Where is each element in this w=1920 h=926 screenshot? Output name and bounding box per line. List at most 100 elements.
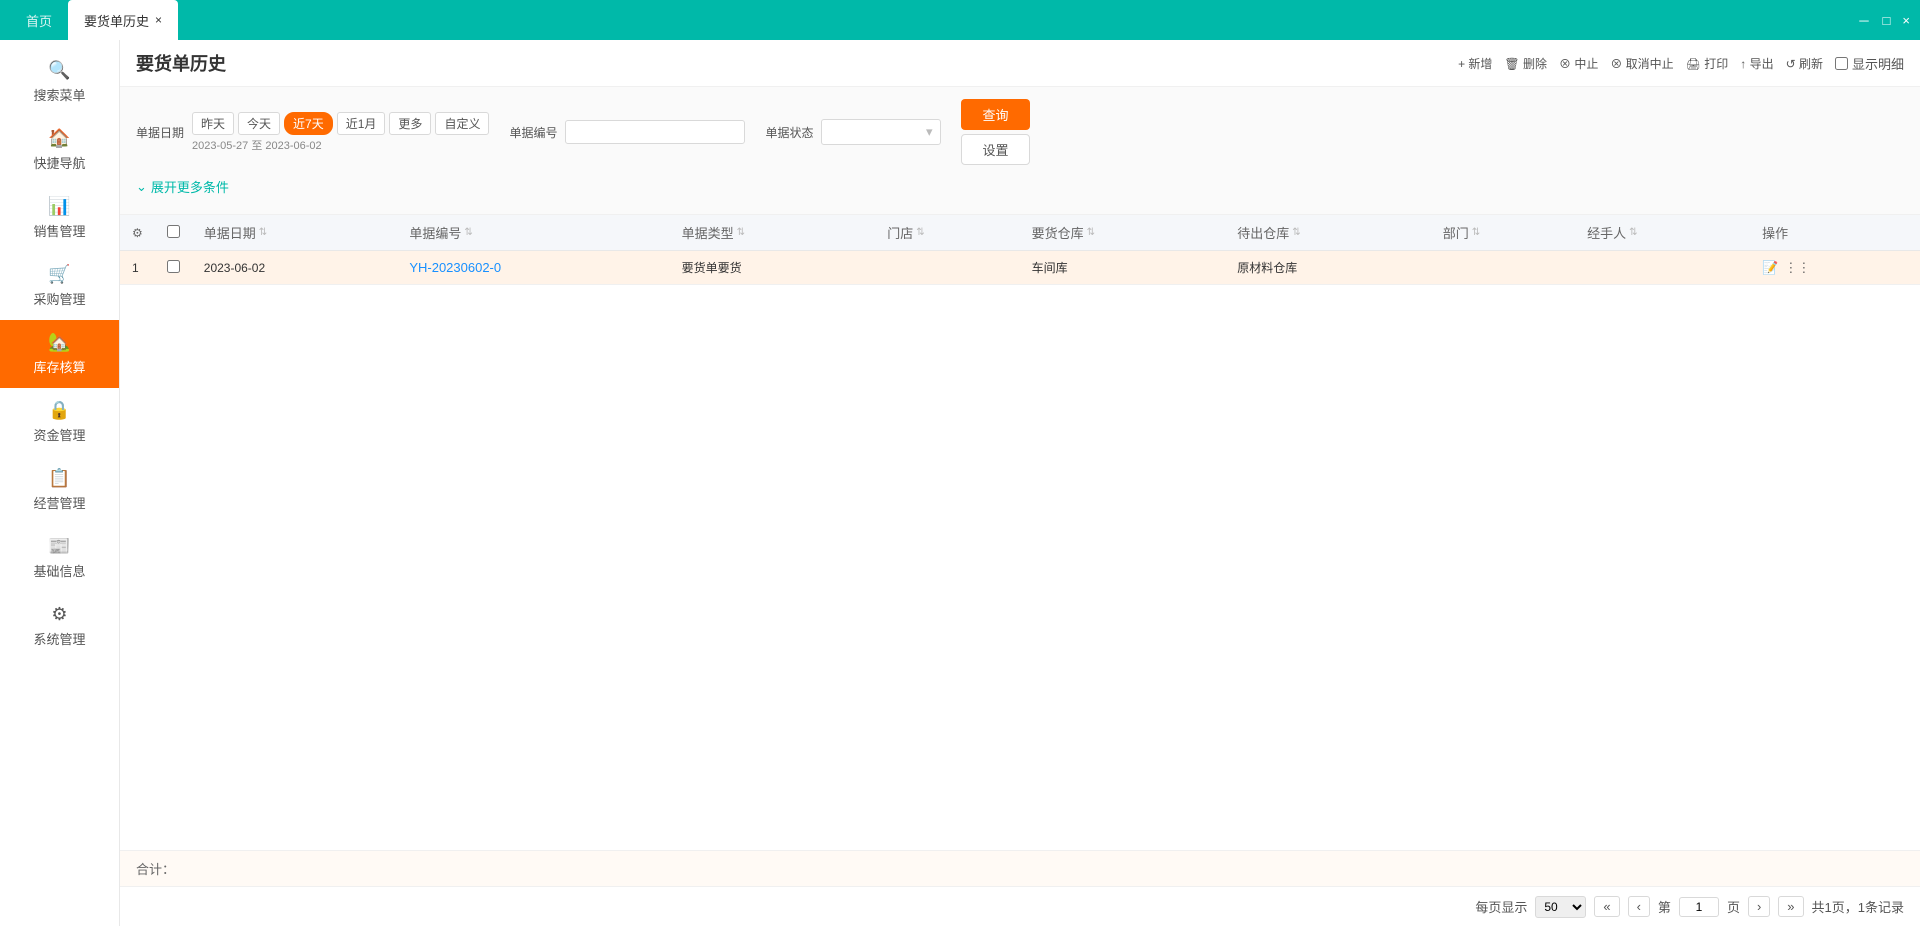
sidebar-item-system[interactable]: ⚙ 系统管理 <box>0 592 119 660</box>
billno-col-header: 单据编号 ⇅ <box>397 215 669 251</box>
sidebar-item-purchase[interactable]: 🛒 采购管理 <box>0 252 119 320</box>
row-dept-cell <box>1431 251 1575 285</box>
date-filter-label: 单据日期 <box>136 124 184 141</box>
prev-page-button[interactable]: ‹ <box>1628 896 1650 917</box>
sidebar-item-finance[interactable]: 🔒 资金管理 <box>0 388 119 456</box>
inventory-icon: 🏡 <box>48 332 70 353</box>
home-icon: 🏠 <box>48 128 70 149</box>
operation-icon: 📋 <box>48 468 70 489</box>
tab-history[interactable]: 要货单历史 × <box>68 0 178 40</box>
tab-home[interactable]: 首页 <box>10 0 68 40</box>
filter-actions: 查询 设置 <box>961 99 1029 165</box>
current-page-label: 第 <box>1658 897 1671 916</box>
date-btn-custom[interactable]: 自定义 <box>435 112 489 135</box>
row-billno-cell[interactable]: YH-20230602-0 <box>397 251 669 285</box>
reqwarehouse-col-header: 要货仓库 ⇅ <box>1020 215 1226 251</box>
row-checkbox[interactable] <box>167 260 180 273</box>
total-label: 合计： <box>136 859 175 878</box>
next-page-button[interactable]: › <box>1748 896 1770 917</box>
data-table: ⚙ 单据日期 ⇅ 单据编号 <box>120 215 1920 285</box>
minimize-icon[interactable]: － <box>1858 11 1871 30</box>
table-header-row: ⚙ 单据日期 ⇅ 单据编号 <box>120 215 1920 251</box>
main-layout: 🔍 搜索菜单 🏠 快捷导航 📊 销售管理 🛒 采购管理 🏡 库存核算 🔒 资金管… <box>0 40 1920 926</box>
basic-icon: 📰 <box>48 536 70 557</box>
row-checkbox-cell[interactable] <box>155 251 192 285</box>
row-store-cell <box>875 251 1019 285</box>
date-col-header: 单据日期 ⇅ <box>192 215 398 251</box>
sidebar-item-operation[interactable]: 📋 经营管理 <box>0 456 119 524</box>
search-menu-icon: 🔍 <box>48 60 70 81</box>
date-btn-yesterday[interactable]: 昨天 <box>192 112 234 135</box>
setting-button[interactable]: 设置 <box>961 134 1029 165</box>
status-select[interactable]: ▾ <box>821 119 941 145</box>
row-billtype-cell: 要货单要货 <box>670 251 876 285</box>
purchase-icon: 🛒 <box>48 264 70 285</box>
date-filter-group: 单据日期 昨天 今天 近7天 近1月 更多 自定义 2023-05-27 至 2… <box>136 112 489 153</box>
billno-sort-icon[interactable]: ⇅ <box>464 227 472 238</box>
date-btn-today[interactable]: 今天 <box>238 112 280 135</box>
row-pendwarehouse-cell: 原材料仓库 <box>1225 251 1431 285</box>
window-controls: － □ × <box>1858 11 1910 30</box>
status-filter-group: 单据状态 ▾ <box>765 119 941 145</box>
maximize-icon[interactable]: □ <box>1883 13 1891 28</box>
expand-icon: ⌄ <box>136 179 147 195</box>
close-window-icon[interactable]: × <box>1902 13 1910 28</box>
first-page-button[interactable]: « <box>1594 896 1619 917</box>
sidebar-item-search[interactable]: 🔍 搜索菜单 <box>0 48 119 116</box>
display-toggle[interactable]: 显示明细 <box>1835 54 1904 73</box>
new-button[interactable]: + 新增 <box>1458 55 1492 72</box>
expand-filter-button[interactable]: ⌄ 展开更多条件 <box>136 171 229 202</box>
refresh-button[interactable]: ↺ 刷新 <box>1786 55 1823 72</box>
print-button[interactable]: 🖨 打印 <box>1686 55 1729 72</box>
page-size-label: 每页显示 <box>1475 897 1527 916</box>
sidebar-item-sales[interactable]: 📊 销售管理 <box>0 184 119 252</box>
filter-area: 单据日期 昨天 今天 近7天 近1月 更多 自定义 2023-05-27 至 2… <box>120 87 1920 215</box>
store-sort-icon[interactable]: ⇅ <box>916 227 924 238</box>
tab-close-icon[interactable]: × <box>155 13 162 27</box>
settings-col-header[interactable]: ⚙ <box>120 215 155 251</box>
handler-col-header: 经手人 ⇅ <box>1575 215 1750 251</box>
table-wrap: ⚙ 单据日期 ⇅ 单据编号 <box>120 215 1920 850</box>
export-button[interactable]: ↑ 导出 <box>1740 55 1773 72</box>
sidebar-item-nav[interactable]: 🏠 快捷导航 <box>0 116 119 184</box>
page-number-input[interactable] <box>1679 897 1719 917</box>
row-num-cell: 1 <box>120 251 155 285</box>
billtype-col-header: 单据类型 ⇅ <box>670 215 876 251</box>
sidebar-item-basic[interactable]: 📰 基础信息 <box>0 524 119 592</box>
delete-button[interactable]: 🗑 删除 <box>1504 55 1547 72</box>
sales-icon: 📊 <box>48 196 70 217</box>
sidebar: 🔍 搜索菜单 🏠 快捷导航 📊 销售管理 🛒 采购管理 🏡 库存核算 🔒 资金管… <box>0 40 120 926</box>
handler-sort-icon[interactable]: ⇅ <box>1629 227 1637 238</box>
date-btn-more[interactable]: 更多 <box>389 112 431 135</box>
page-size-select[interactable]: 10 20 50 100 <box>1535 896 1586 918</box>
query-button[interactable]: 查询 <box>961 99 1029 130</box>
footer-bar: 合计： <box>120 850 1920 886</box>
system-icon: ⚙ <box>51 604 67 625</box>
total-records: 共1页，1条记录 <box>1812 897 1904 916</box>
date-btn-7days[interactable]: 近7天 <box>284 112 333 135</box>
toolbar: + 新增 🗑 删除 ⊗ 中止 ⊗ 取消中止 🖨 打印 ↑ 导出 ↺ 刷新 显示明… <box>1458 54 1904 73</box>
row-action-cell: 📝 ⋮⋮ <box>1750 251 1920 285</box>
row-more-icon[interactable]: ⋮⋮ <box>1784 260 1810 276</box>
stop-button[interactable]: ⊗ 中止 <box>1559 55 1598 72</box>
cancel-stop-button[interactable]: ⊗ 取消中止 <box>1610 55 1673 72</box>
row-edit-icon[interactable]: 📝 <box>1762 260 1778 276</box>
dept-sort-icon[interactable]: ⇅ <box>1472 227 1480 238</box>
bill-no-link[interactable]: YH-20230602-0 <box>409 260 501 275</box>
dept-col-header: 部门 ⇅ <box>1431 215 1575 251</box>
sidebar-item-inventory[interactable]: 🏡 库存核算 <box>0 320 119 388</box>
date-btn-1month[interactable]: 近1月 <box>337 112 386 135</box>
chevron-down-icon: ▾ <box>926 124 933 140</box>
pend-sort-icon[interactable]: ⇅ <box>1292 227 1300 238</box>
billtype-sort-icon[interactable]: ⇅ <box>737 227 745 238</box>
tab-list: 首页 要货单历史 × <box>10 0 1858 40</box>
display-checkbox[interactable] <box>1835 57 1848 70</box>
bill-no-input[interactable] <box>565 120 745 144</box>
page-title: 要货单历史 <box>136 50 226 76</box>
select-all-checkbox[interactable] <box>167 225 180 238</box>
date-sort-icon[interactable]: ⇅ <box>259 227 267 238</box>
last-page-button[interactable]: » <box>1778 896 1803 917</box>
checkbox-col-header[interactable] <box>155 215 192 251</box>
action-col-header: 操作 <box>1750 215 1920 251</box>
req-sort-icon[interactable]: ⇅ <box>1087 227 1095 238</box>
